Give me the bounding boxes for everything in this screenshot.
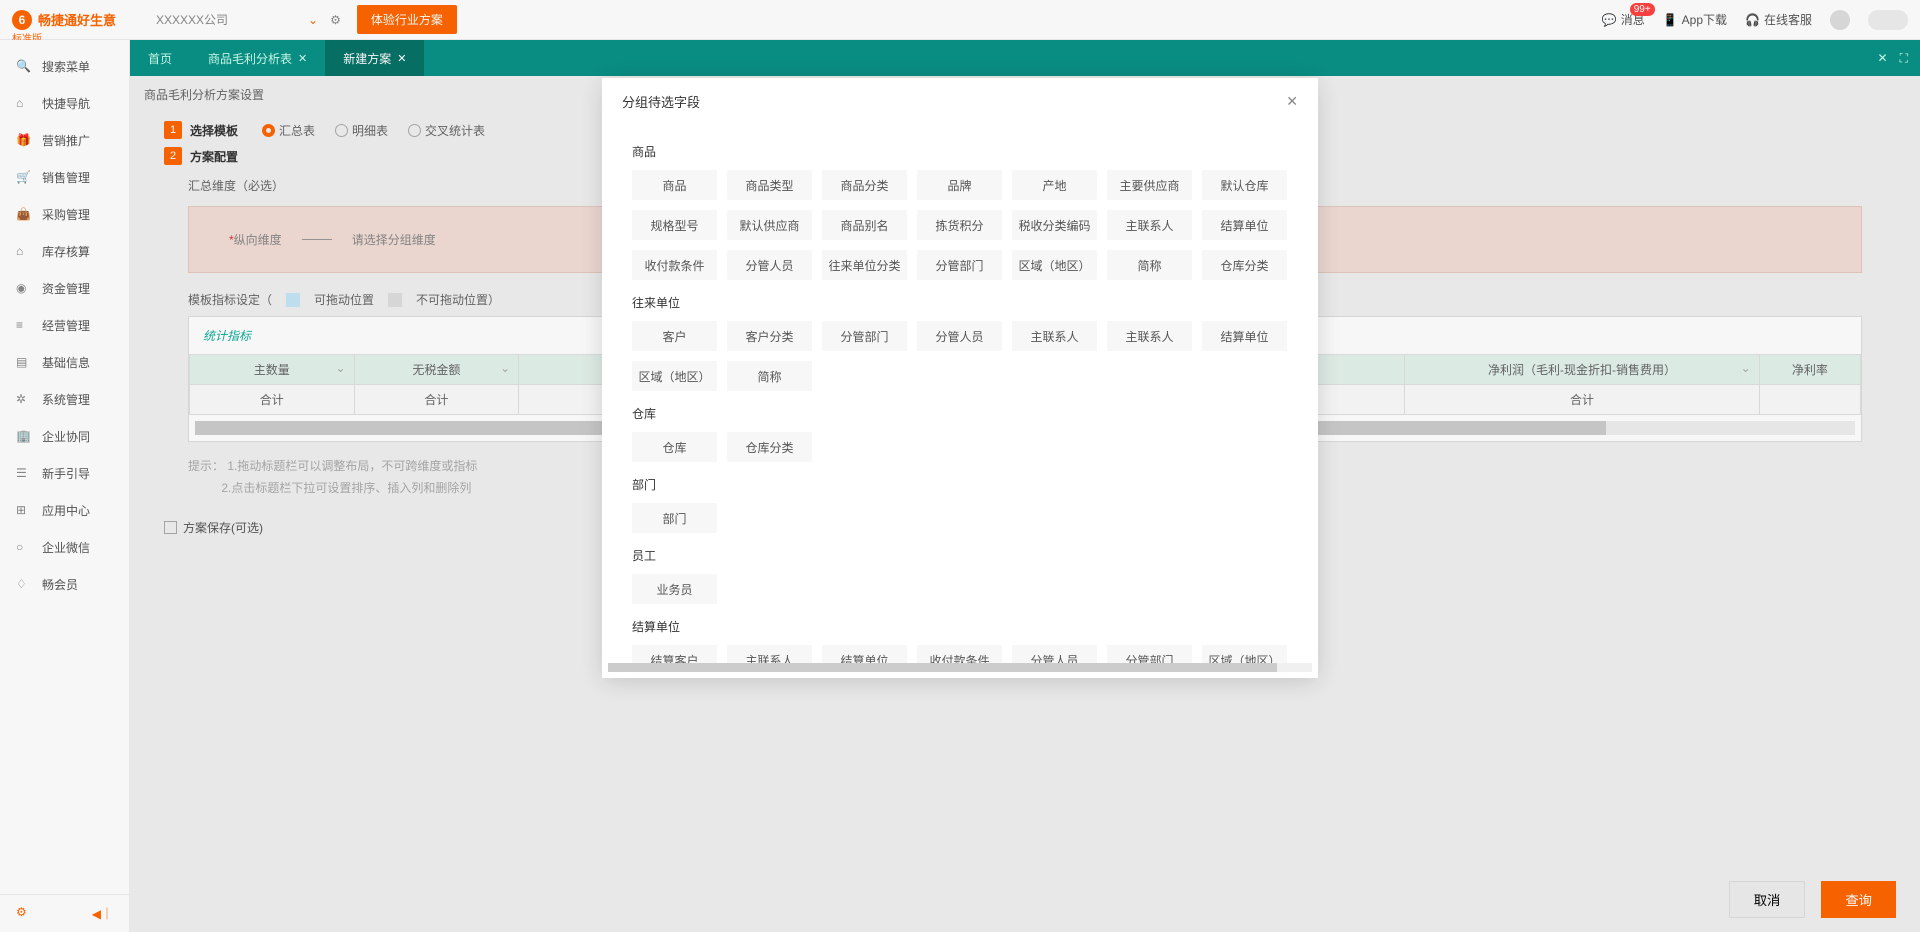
field-chips: 商品商品类型商品分类品牌产地主要供应商默认仓库规格型号默认供应商商品别名拣货积分… [632,170,1298,280]
field-chip[interactable]: 分管部门 [1107,645,1192,663]
field-chip[interactable]: 分管人员 [917,321,1002,351]
field-chip[interactable]: 收付款条件 [632,250,717,280]
field-chip[interactable]: 品牌 [917,170,1002,200]
field-chip[interactable]: 客户分类 [727,321,812,351]
field-chip[interactable]: 结算单位 [1202,210,1287,240]
modal-horizontal-scrollbar[interactable] [608,663,1312,672]
field-chip[interactable]: 默认供应商 [727,210,812,240]
field-chip[interactable]: 客户 [632,321,717,351]
field-group-title: 商品 [632,143,1298,160]
field-chip[interactable]: 结算客户 [632,645,717,663]
field-selector-modal: 分组待选字段 ✕ 商品商品商品类型商品分类品牌产地主要供应商默认仓库规格型号默认… [602,78,1318,678]
field-chip[interactable]: 简称 [1107,250,1192,280]
field-chips: 客户客户分类分管部门分管人员主联系人主联系人结算单位区域（地区）简称 [632,321,1298,391]
modal-header: 分组待选字段 ✕ [602,78,1318,125]
field-chip[interactable]: 税收分类编码 [1012,210,1097,240]
field-chip[interactable]: 产地 [1012,170,1097,200]
field-chip[interactable]: 简称 [727,361,812,391]
field-chip[interactable]: 结算单位 [1202,321,1287,351]
field-chip[interactable]: 规格型号 [632,210,717,240]
field-chip[interactable]: 仓库分类 [727,432,812,462]
field-chip[interactable]: 区域（地区） [632,361,717,391]
field-chip[interactable]: 仓库 [632,432,717,462]
field-group-title: 往来单位 [632,294,1298,311]
field-chip[interactable]: 往来单位分类 [822,250,907,280]
field-chip[interactable]: 商品分类 [822,170,907,200]
modal-body: 商品商品商品类型商品分类品牌产地主要供应商默认仓库规格型号默认供应商商品别名拣货… [602,125,1318,663]
field-group-title: 部门 [632,476,1298,493]
field-chip[interactable]: 拣货积分 [917,210,1002,240]
field-chip[interactable]: 主联系人 [1107,210,1192,240]
field-group-title: 仓库 [632,405,1298,422]
field-chip[interactable]: 商品 [632,170,717,200]
field-chip[interactable]: 分管人员 [727,250,812,280]
field-chips: 仓库仓库分类 [632,432,1298,462]
field-chip[interactable]: 商品类型 [727,170,812,200]
field-group-title: 结算单位 [632,618,1298,635]
field-chip[interactable]: 分管人员 [1012,645,1097,663]
field-group-title: 员工 [632,547,1298,564]
field-chip[interactable]: 结算单位 [822,645,907,663]
close-icon[interactable]: ✕ [1286,93,1298,110]
field-chip[interactable]: 仓库分类 [1202,250,1287,280]
field-chip[interactable]: 默认仓库 [1202,170,1287,200]
field-chips: 部门 [632,503,1298,533]
field-chip[interactable]: 业务员 [632,574,717,604]
field-chip[interactable]: 区域（地区） [1012,250,1097,280]
field-chip[interactable]: 区域（地区） [1202,645,1287,663]
field-chip[interactable]: 部门 [632,503,717,533]
field-chip[interactable]: 分管部门 [822,321,907,351]
field-chips: 结算客户主联系人结算单位收付款条件分管人员分管部门区域（地区）简称 [632,645,1298,663]
field-chip[interactable]: 收付款条件 [917,645,1002,663]
field-chip[interactable]: 主联系人 [1012,321,1097,351]
field-chip[interactable]: 分管部门 [917,250,1002,280]
field-chip[interactable]: 主联系人 [727,645,812,663]
field-chip[interactable]: 主要供应商 [1107,170,1192,200]
field-chips: 业务员 [632,574,1298,604]
field-chip[interactable]: 商品别名 [822,210,907,240]
modal-title: 分组待选字段 [622,92,700,111]
field-chip[interactable]: 主联系人 [1107,321,1192,351]
